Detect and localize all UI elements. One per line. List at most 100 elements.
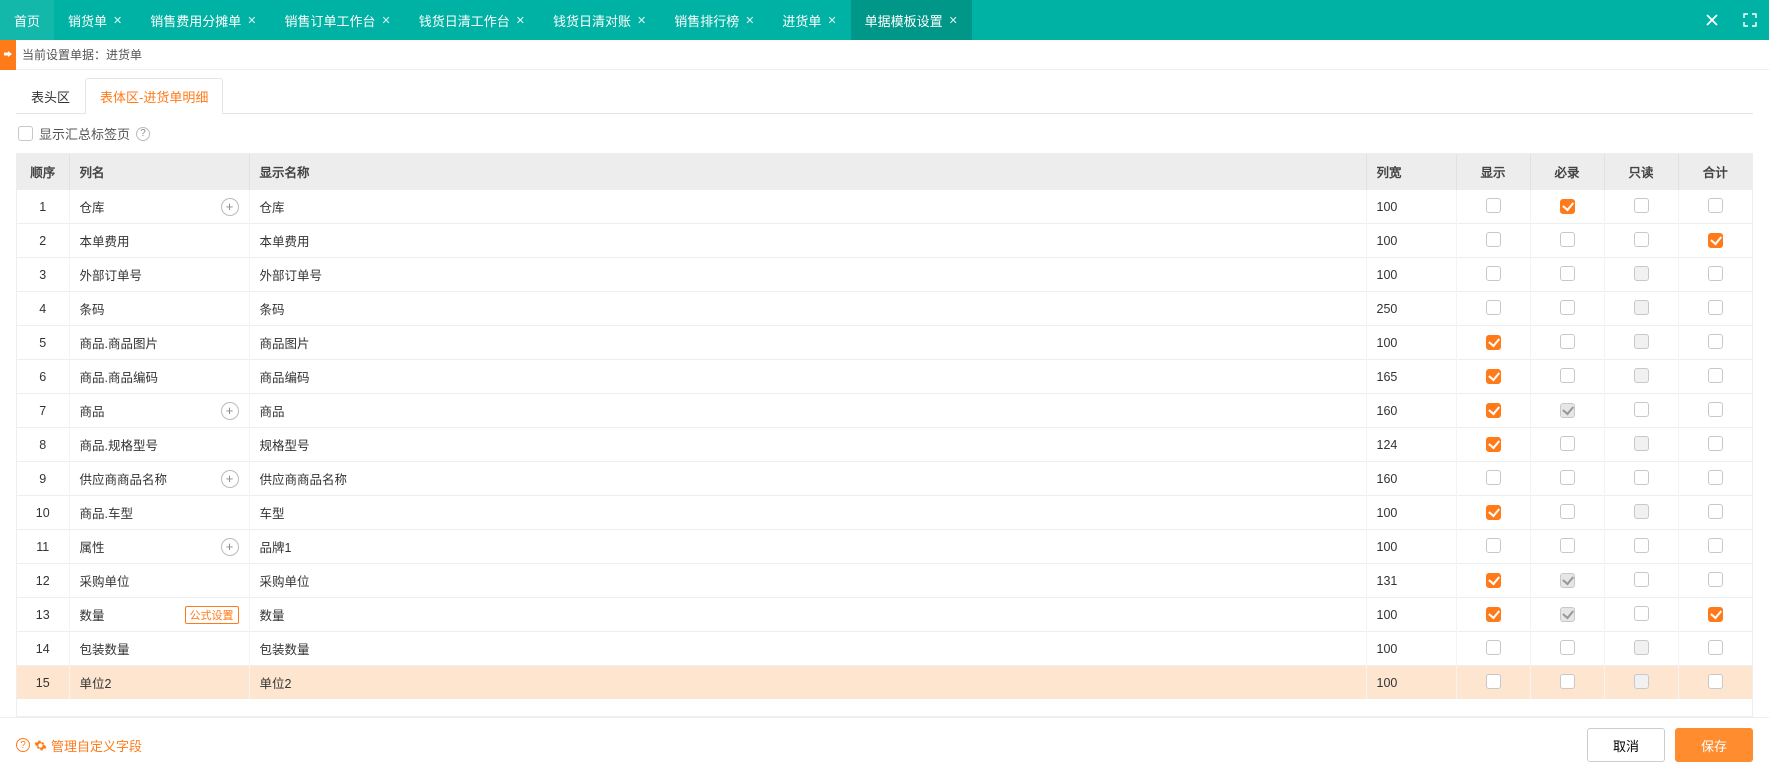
cell-width[interactable]: 100 (1366, 224, 1456, 258)
table-row[interactable]: 4条码条码250 (17, 292, 1752, 326)
checkbox[interactable] (1708, 640, 1723, 655)
table-row[interactable]: 11属性+品牌1100 (17, 530, 1752, 564)
add-column-button[interactable]: + (221, 538, 239, 556)
checkbox[interactable] (1634, 402, 1649, 417)
tab-首页[interactable]: 首页 (0, 0, 54, 40)
checkbox[interactable] (1708, 233, 1723, 248)
formula-settings-tag[interactable]: 公式设置 (185, 606, 239, 624)
show-summary-tab-checkbox[interactable] (18, 126, 33, 141)
checkbox[interactable] (1560, 199, 1575, 214)
checkbox[interactable] (1486, 266, 1501, 281)
checkbox[interactable] (1560, 436, 1575, 451)
cell-width[interactable]: 100 (1366, 666, 1456, 700)
cell-display-name[interactable]: 外部订单号 (249, 258, 1366, 292)
cell-display-name[interactable]: 品牌1 (249, 530, 1366, 564)
subtab-表体区-进货单明细[interactable]: 表体区-进货单明细 (85, 78, 223, 114)
close-icon[interactable]: ✕ (827, 14, 836, 27)
table-row[interactable]: 15单位2单位2100 (17, 666, 1752, 700)
checkbox[interactable] (1486, 640, 1501, 655)
checkbox[interactable] (1708, 674, 1723, 689)
table-row[interactable]: 6商品.商品编码商品编码165 (17, 360, 1752, 394)
tab-单据模板设置[interactable]: 单据模板设置✕ (851, 0, 972, 40)
add-column-button[interactable]: + (221, 198, 239, 216)
tab-销售费用分摊单[interactable]: 销售费用分摊单✕ (136, 0, 270, 40)
table-row[interactable]: 9供应商商品名称+供应商商品名称160 (17, 462, 1752, 496)
checkbox[interactable] (1708, 504, 1723, 519)
checkbox[interactable] (1634, 572, 1649, 587)
cancel-button[interactable]: 取消 (1587, 728, 1665, 762)
table-row[interactable]: 14包装数量包装数量100 (17, 632, 1752, 666)
tab-销售排行榜[interactable]: 销售排行榜✕ (660, 0, 768, 40)
checkbox[interactable] (1486, 573, 1501, 588)
cell-width[interactable]: 250 (1366, 292, 1456, 326)
checkbox[interactable] (1708, 334, 1723, 349)
checkbox[interactable] (1560, 232, 1575, 247)
manage-custom-fields-link[interactable]: ? 管理自定义字段 (16, 736, 142, 755)
checkbox[interactable] (1560, 368, 1575, 383)
save-button[interactable]: 保存 (1675, 728, 1753, 762)
expand-handle[interactable] (0, 40, 16, 70)
table-row[interactable]: 8商品.规格型号规格型号124 (17, 428, 1752, 462)
cell-display-name[interactable]: 商品图片 (249, 326, 1366, 360)
checkbox[interactable] (1486, 538, 1501, 553)
table-row[interactable]: 5商品.商品图片商品图片100 (17, 326, 1752, 360)
cell-width[interactable]: 165 (1366, 360, 1456, 394)
cell-display-name[interactable]: 本单费用 (249, 224, 1366, 258)
cell-display-name[interactable]: 采购单位 (249, 564, 1366, 598)
table-row[interactable]: 12采购单位采购单位131 (17, 564, 1752, 598)
close-icon[interactable]: ✕ (745, 14, 754, 27)
checkbox[interactable] (1708, 266, 1723, 281)
table-row[interactable]: 1仓库+仓库100 (17, 190, 1752, 224)
checkbox[interactable] (1560, 266, 1575, 281)
cell-width[interactable]: 100 (1366, 326, 1456, 360)
add-column-button[interactable]: + (221, 470, 239, 488)
checkbox[interactable] (1708, 607, 1723, 622)
close-icon[interactable]: ✕ (113, 14, 122, 27)
close-icon[interactable]: ✕ (949, 14, 958, 27)
tab-钱货日清对账[interactable]: 钱货日清对账✕ (539, 0, 660, 40)
cell-display-name[interactable]: 条码 (249, 292, 1366, 326)
cell-display-name[interactable]: 供应商商品名称 (249, 462, 1366, 496)
cell-width[interactable]: 124 (1366, 428, 1456, 462)
table-row[interactable]: 2本单费用本单费用100 (17, 224, 1752, 258)
subtab-表头区[interactable]: 表头区 (16, 78, 85, 114)
cell-display-name[interactable]: 单位2 (249, 666, 1366, 700)
cell-display-name[interactable]: 车型 (249, 496, 1366, 530)
cell-display-name[interactable]: 仓库 (249, 190, 1366, 224)
checkbox[interactable] (1708, 198, 1723, 213)
cell-width[interactable]: 100 (1366, 190, 1456, 224)
checkbox[interactable] (1634, 198, 1649, 213)
cell-display-name[interactable]: 数量 (249, 598, 1366, 632)
checkbox[interactable] (1560, 538, 1575, 553)
close-icon[interactable]: ✕ (516, 14, 525, 27)
close-icon[interactable]: ✕ (637, 14, 646, 27)
checkbox[interactable] (1486, 335, 1501, 350)
close-icon[interactable]: ✕ (382, 14, 391, 27)
checkbox[interactable] (1634, 470, 1649, 485)
checkbox[interactable] (1560, 504, 1575, 519)
checkbox[interactable] (1486, 674, 1501, 689)
checkbox[interactable] (1486, 470, 1501, 485)
tab-销货单[interactable]: 销货单✕ (54, 0, 136, 40)
checkbox[interactable] (1486, 437, 1501, 452)
cell-width[interactable]: 100 (1366, 530, 1456, 564)
tab-进货单[interactable]: 进货单✕ (768, 0, 850, 40)
close-icon[interactable]: ✕ (247, 14, 256, 27)
checkbox[interactable] (1560, 334, 1575, 349)
checkbox[interactable] (1486, 232, 1501, 247)
checkbox[interactable] (1634, 232, 1649, 247)
checkbox[interactable] (1708, 368, 1723, 383)
cell-width[interactable]: 131 (1366, 564, 1456, 598)
add-column-button[interactable]: + (221, 402, 239, 420)
tab-钱货日清工作台[interactable]: 钱货日清工作台✕ (405, 0, 539, 40)
checkbox[interactable] (1486, 300, 1501, 315)
cell-display-name[interactable]: 商品编码 (249, 360, 1366, 394)
cell-width[interactable]: 100 (1366, 598, 1456, 632)
checkbox[interactable] (1560, 470, 1575, 485)
table-row[interactable]: 10商品.车型车型100 (17, 496, 1752, 530)
cell-display-name[interactable]: 规格型号 (249, 428, 1366, 462)
cell-width[interactable]: 160 (1366, 462, 1456, 496)
checkbox[interactable] (1708, 470, 1723, 485)
cell-width[interactable]: 100 (1366, 632, 1456, 666)
checkbox[interactable] (1486, 369, 1501, 384)
